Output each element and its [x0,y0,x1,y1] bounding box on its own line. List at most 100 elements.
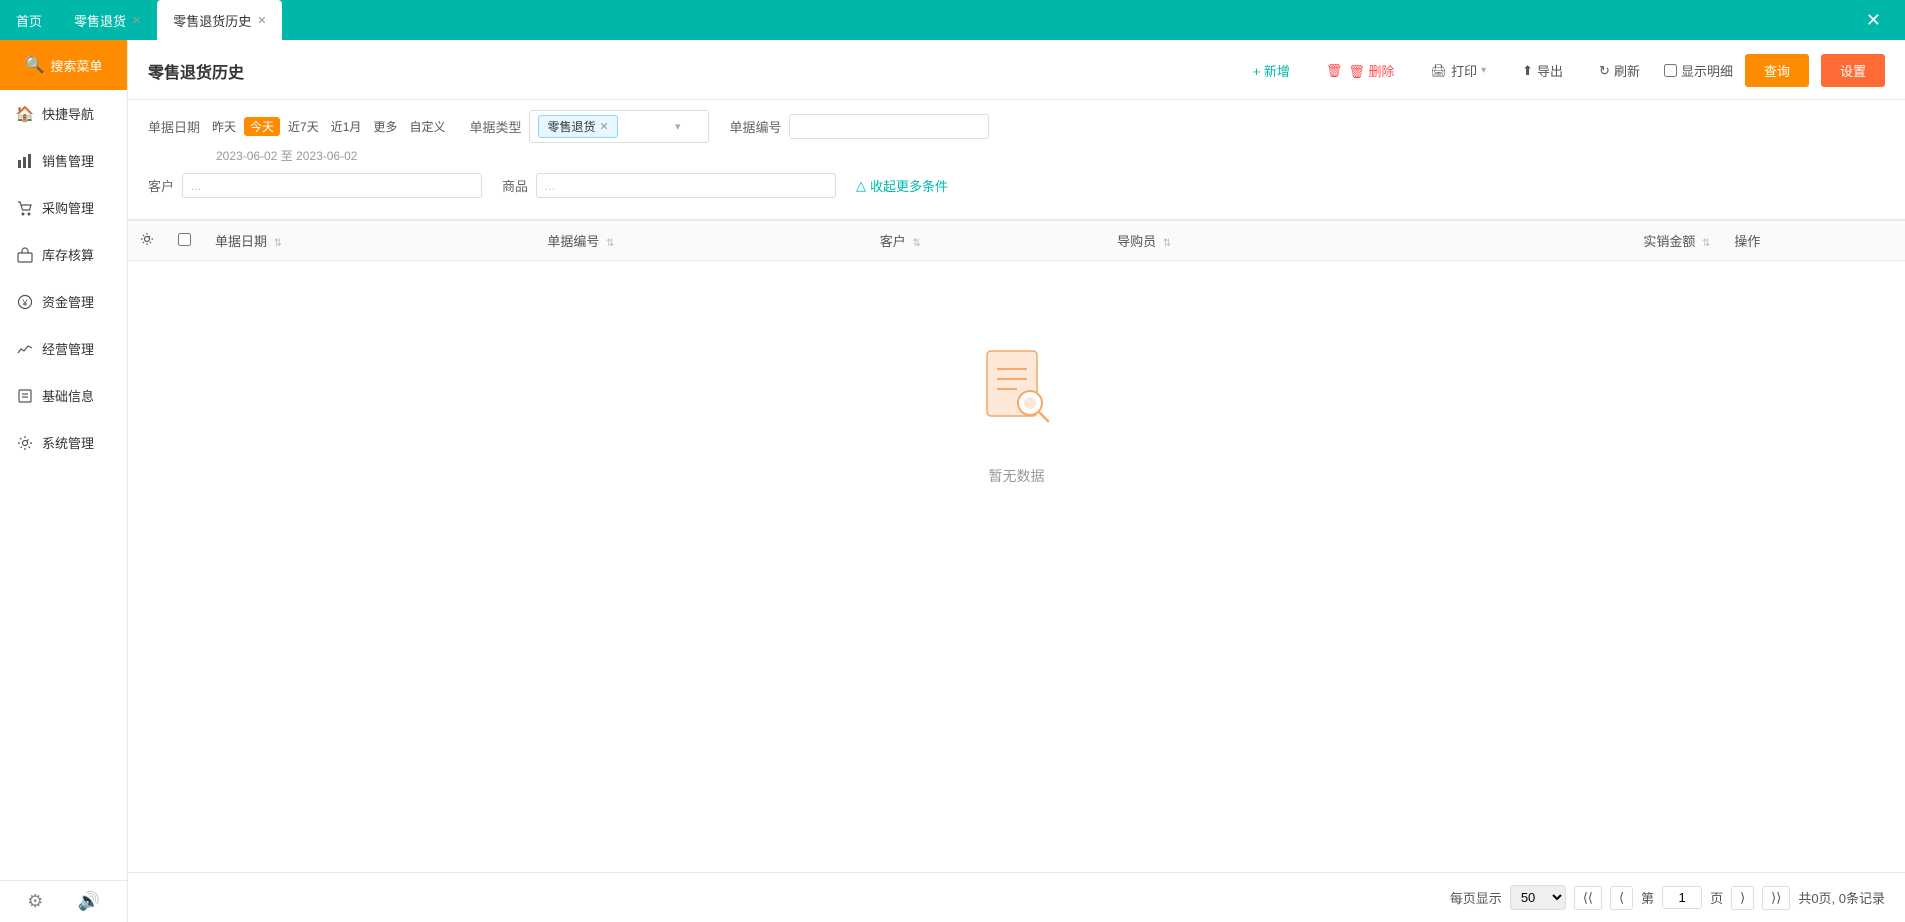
delete-button[interactable]: 🗑 🗑 删除 [1314,56,1407,85]
tab-retail-return-history[interactable]: 零售退货历史 ✕ [157,0,282,40]
refresh-button[interactable]: ↻ 刷新 [1587,56,1652,85]
topbar-tabs: 首页 零售退货 ✕ 零售退货历史 ✕ [0,0,1858,40]
per-page-label: 每页显示 [1450,888,1502,907]
show-detail-checkbox-label[interactable]: 显示明细 [1664,61,1733,80]
export-icon: ⬆ [1522,63,1533,79]
doc-type-tag: 零售退货 ✕ [538,115,617,138]
audio-icon[interactable]: 🔊 [77,891,99,912]
table-header: 单据日期 ⇅ 单据编号 ⇅ 客户 ⇅ 导购员 ⇅ [128,221,1905,261]
sidebar-item-label: 采购管理 [42,198,94,217]
sidebar-item-label: 库存核算 [42,245,94,264]
goods-input[interactable]: ... [536,173,836,198]
page-input[interactable] [1662,886,1702,909]
date-yesterday[interactable]: 昨天 [208,117,240,136]
date-filter: 单据日期 昨天 今天 近7天 近1月 更多 自定义 [148,117,449,136]
goods-label: 商品 [502,176,528,195]
table-col-settings[interactable] [128,221,166,261]
last-page-button[interactable]: ⟩⟩ [1762,886,1790,910]
sort-docno-icon: ⇅ [606,238,614,249]
content-area: 零售退货历史 + 新增 🗑 🗑 删除 🖨 打印 ▾ ⬆ 导出 [128,40,1905,922]
date-7days[interactable]: 近7天 [284,117,323,136]
customer-input[interactable]: ... [182,173,482,198]
chevron-down-icon: ▾ [675,120,681,133]
page-header-row: 零售退货历史 + 新增 🗑 🗑 删除 🖨 打印 ▾ ⬆ 导出 [148,54,1885,87]
inventory-icon [16,246,34,264]
sidebar-item-system[interactable]: 系统管理 [0,419,127,466]
collapse-button[interactable]: △ 收起更多条件 [856,176,948,195]
goods-placeholder: ... [545,179,555,193]
doc-type-tag-close[interactable]: ✕ [599,120,608,133]
page-label: 第 [1641,888,1654,907]
col-doc-no[interactable]: 单据编号 ⇅ [535,221,867,261]
tab-retail-return-history-close[interactable]: ✕ [257,14,266,27]
col-customer[interactable]: 客户 ⇅ [868,221,1105,261]
sidebar-item-purchase[interactable]: 采购管理 [0,184,127,231]
sidebar-bottom: ⚙ 🔊 [0,880,127,922]
settings-bottom-icon[interactable]: ⚙ [27,891,43,912]
doc-type-label: 单据类型 [469,117,521,136]
topbar-right: ✕ [1858,6,1905,35]
date-today[interactable]: 今天 [244,117,280,136]
sidebar-item-inventory[interactable]: 库存核算 [0,231,127,278]
sidebar-item-label: 快捷导航 [42,104,94,123]
query-button[interactable]: 查询 [1745,54,1809,87]
main-layout: 🔍 搜索菜单 🏠 快捷导航 销售管理 采购管理 [0,40,1905,922]
delete-icon: 🗑 [1326,63,1343,79]
refresh-icon: ↻ [1599,63,1610,79]
col-guide[interactable]: 导购员 ⇅ [1105,221,1390,261]
col-date[interactable]: 单据日期 ⇅ [203,221,535,261]
topbar: 首页 零售退货 ✕ 零售退货历史 ✕ ✕ [0,0,1905,40]
first-page-button[interactable]: ⟨⟨ [1574,886,1602,910]
system-icon [16,434,34,452]
col-actions: 操作 [1722,221,1905,261]
filter-row-1: 单据日期 昨天 今天 近7天 近1月 更多 自定义 单据类型 [148,110,1885,143]
sidebar-item-sales[interactable]: 销售管理 [0,137,127,184]
show-detail-checkbox[interactable] [1664,64,1677,77]
new-button[interactable]: + 新增 [1241,56,1302,85]
empty-state: 暂无数据 [128,261,1905,566]
doc-no-input[interactable] [789,114,989,139]
doc-type-filter: 单据类型 零售退货 ✕ ▾ [469,110,709,143]
sidebar: 🔍 搜索菜单 🏠 快捷导航 销售管理 采购管理 [0,40,128,922]
sidebar-item-label: 资金管理 [42,292,94,311]
goods-filter: 商品 ... [502,173,836,198]
next-page-button[interactable]: ⟩ [1731,886,1754,910]
setting-button[interactable]: 设置 [1821,54,1885,87]
tab-home[interactable]: 首页 [0,0,58,40]
export-button[interactable]: ⬆ 导出 [1510,56,1575,85]
pagination: 每页显示 50 10 20 100 ⟨⟨ ⟨ 第 页 ⟩ ⟩⟩ 共0页, 0条记… [128,872,1905,922]
sidebar-item-quick-nav[interactable]: 🏠 快捷导航 [0,90,127,137]
sort-date-icon: ⇅ [274,238,282,249]
date-1month[interactable]: 近1月 [327,117,366,136]
search-icon: 🔍 [25,55,45,75]
filter-row-2: 客户 ... 商品 ... △ 收起更多条件 [148,172,1885,199]
sort-amount-icon: ⇅ [1702,238,1710,249]
sidebar-item-basic-info[interactable]: 基础信息 [0,372,127,419]
sort-guide-icon: ⇅ [1163,238,1171,249]
sidebar-search[interactable]: 🔍 搜索菜单 [0,40,127,90]
sales-icon [16,152,34,170]
date-more[interactable]: 更多 [369,117,401,136]
tab-retail-return[interactable]: 零售退货 ✕ [58,0,157,40]
col-amount[interactable]: 实销金额 ⇅ [1390,221,1722,261]
window-close-button[interactable]: ✕ [1858,6,1889,35]
page-header: 零售退货历史 + 新增 🗑 🗑 删除 🖨 打印 ▾ ⬆ 导出 [128,40,1905,100]
doc-type-select[interactable]: 零售退货 ✕ ▾ [529,110,709,143]
prev-page-button[interactable]: ⟨ [1610,886,1633,910]
date-custom[interactable]: 自定义 [405,117,449,136]
empty-illustration [972,341,1062,450]
table-col-checkbox[interactable] [166,221,203,261]
sidebar-item-label: 销售管理 [42,151,94,170]
svg-text:¥: ¥ [21,298,28,308]
print-icon: 🖨 [1431,63,1448,79]
sidebar-item-finance[interactable]: ¥ 资金管理 [0,278,127,325]
sidebar-item-business[interactable]: 经营管理 [0,325,127,372]
empty-text: 暂无数据 [989,466,1045,486]
customer-filter: 客户 ... [148,173,482,198]
table-area: 单据日期 ⇅ 单据编号 ⇅ 客户 ⇅ 导购员 ⇅ [128,220,1905,872]
per-page-select[interactable]: 50 10 20 100 [1510,885,1566,910]
tab-retail-return-close[interactable]: ✕ [132,14,141,27]
select-all-checkbox[interactable] [178,233,191,246]
print-button[interactable]: 🖨 打印 ▾ [1419,56,1499,85]
table-body: 暂无数据 [128,261,1905,567]
